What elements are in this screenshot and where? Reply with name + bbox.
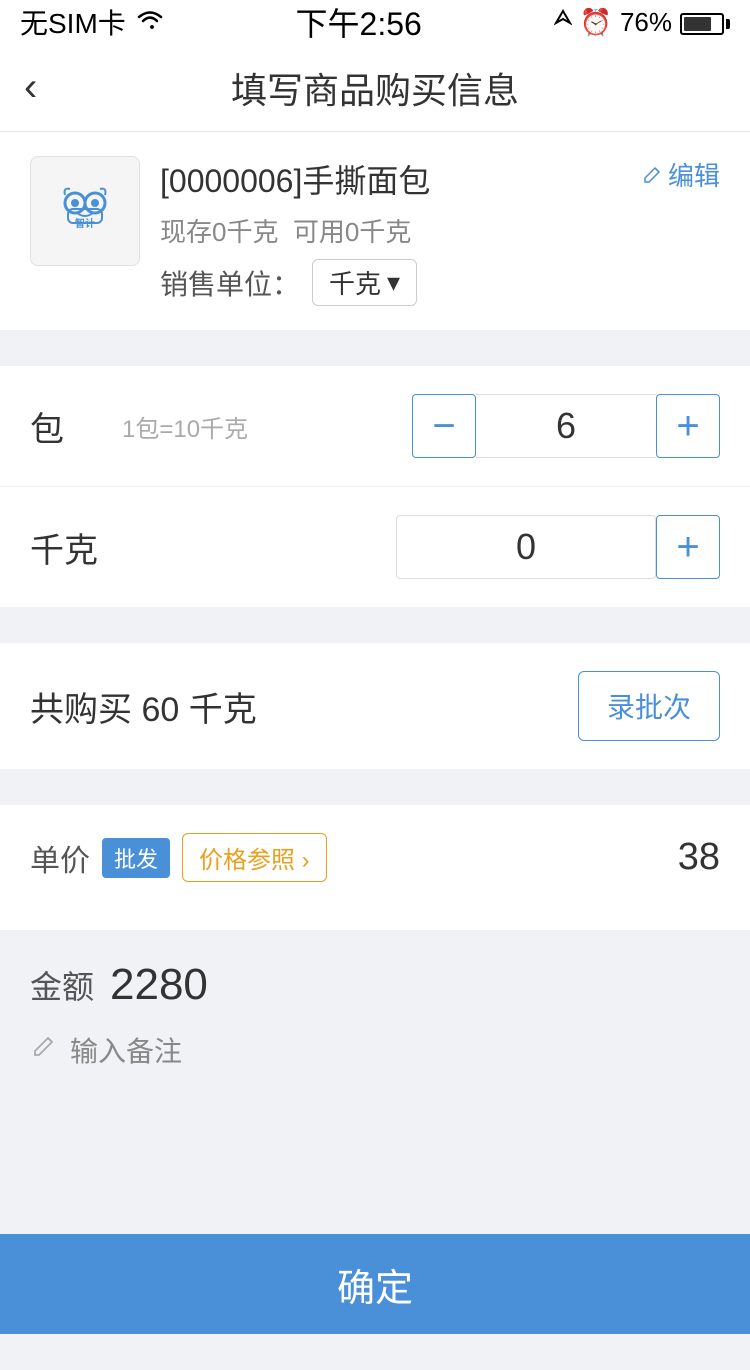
product-logo-icon: 智计 bbox=[55, 181, 115, 241]
status-right: ⏰ 76% bbox=[554, 7, 730, 38]
amount-row: 金额 2280 bbox=[30, 960, 720, 1010]
status-bar: 无SIM卡 下午2:56 ⏰ 76% bbox=[0, 0, 750, 44]
divider-1 bbox=[0, 348, 750, 366]
battery-label: 76% bbox=[620, 7, 672, 38]
status-time: 下午2:56 bbox=[296, 0, 422, 45]
package-hint: 1包=10千克 bbox=[122, 409, 412, 444]
kg-qty-control: + bbox=[396, 515, 720, 579]
price-ref-button[interactable]: 价格参照 › bbox=[182, 833, 327, 882]
wifi-icon bbox=[136, 6, 164, 38]
amount-section: 金额 2280 输入备注 bbox=[0, 930, 750, 1070]
product-card: 智计 [0000006]手撕面包 编辑 现存0千克 可用0千克 销售单位： 千克… bbox=[0, 132, 750, 330]
batch-button[interactable]: 录批次 bbox=[578, 671, 720, 741]
amount-value: 2280 bbox=[110, 960, 208, 1010]
back-button[interactable]: ‹ bbox=[24, 65, 37, 110]
price-section: 单价 批发 价格参照 › 38 bbox=[0, 805, 750, 930]
amount-label: 金额 bbox=[30, 962, 94, 1008]
alarm-icon: ⏰ bbox=[580, 7, 612, 38]
package-qty-control: − + bbox=[412, 394, 720, 458]
product-name: [0000006]手撕面包 bbox=[160, 156, 430, 202]
pencil-icon bbox=[30, 1033, 58, 1068]
svg-text:智计: 智计 bbox=[75, 217, 95, 230]
unit-label: 销售单位： bbox=[160, 263, 300, 303]
unit-select[interactable]: 千克 ▾ bbox=[312, 259, 417, 306]
kg-label: 千克 bbox=[30, 523, 110, 572]
carrier-label: 无SIM卡 bbox=[20, 2, 126, 42]
summary-text: 共购买 60 千克 bbox=[30, 682, 257, 731]
price-value: 38 bbox=[678, 836, 720, 879]
edit-label: 编辑 bbox=[668, 156, 720, 193]
location-icon bbox=[554, 7, 572, 38]
product-stock: 现存0千克 可用0千克 bbox=[160, 212, 720, 249]
unit-value: 千克 bbox=[329, 264, 381, 301]
package-increment-button[interactable]: + bbox=[656, 394, 720, 458]
input-section: 包 1包=10千克 − + 千克 + bbox=[0, 366, 750, 607]
price-row: 单价 批发 价格参照 › 38 bbox=[30, 833, 720, 882]
package-qty-input[interactable] bbox=[476, 394, 656, 458]
product-thumbnail: 智计 bbox=[30, 156, 140, 266]
remark-placeholder[interactable]: 输入备注 bbox=[70, 1030, 182, 1070]
dropdown-icon: ▾ bbox=[387, 267, 400, 298]
battery-icon bbox=[680, 7, 730, 38]
package-decrement-button[interactable]: − bbox=[412, 394, 476, 458]
remark-row[interactable]: 输入备注 bbox=[30, 1030, 720, 1070]
product-info: [0000006]手撕面包 编辑 现存0千克 可用0千克 销售单位： 千克 ▾ bbox=[160, 156, 720, 306]
kg-increment-button[interactable]: + bbox=[656, 515, 720, 579]
summary-section: 共购买 60 千克 录批次 bbox=[0, 643, 750, 769]
nav-bar: ‹ 填写商品购买信息 bbox=[0, 44, 750, 132]
kg-input-row: 千克 + bbox=[0, 487, 750, 607]
divider-3 bbox=[0, 787, 750, 805]
divider-2 bbox=[0, 625, 750, 643]
price-label-group: 单价 批发 价格参照 › bbox=[30, 833, 327, 882]
package-input-row: 包 1包=10千克 − + bbox=[0, 366, 750, 487]
price-tag: 批发 bbox=[102, 838, 170, 878]
package-label: 包 bbox=[30, 402, 110, 451]
confirm-button[interactable]: 确定 bbox=[0, 1234, 750, 1334]
page-title: 填写商品购买信息 bbox=[231, 62, 519, 114]
kg-qty-input[interactable] bbox=[396, 515, 656, 579]
status-left: 无SIM卡 bbox=[20, 2, 164, 42]
edit-button[interactable]: 编辑 bbox=[642, 156, 720, 193]
price-label: 单价 bbox=[30, 836, 90, 880]
product-unit-row: 销售单位： 千克 ▾ bbox=[160, 259, 720, 306]
